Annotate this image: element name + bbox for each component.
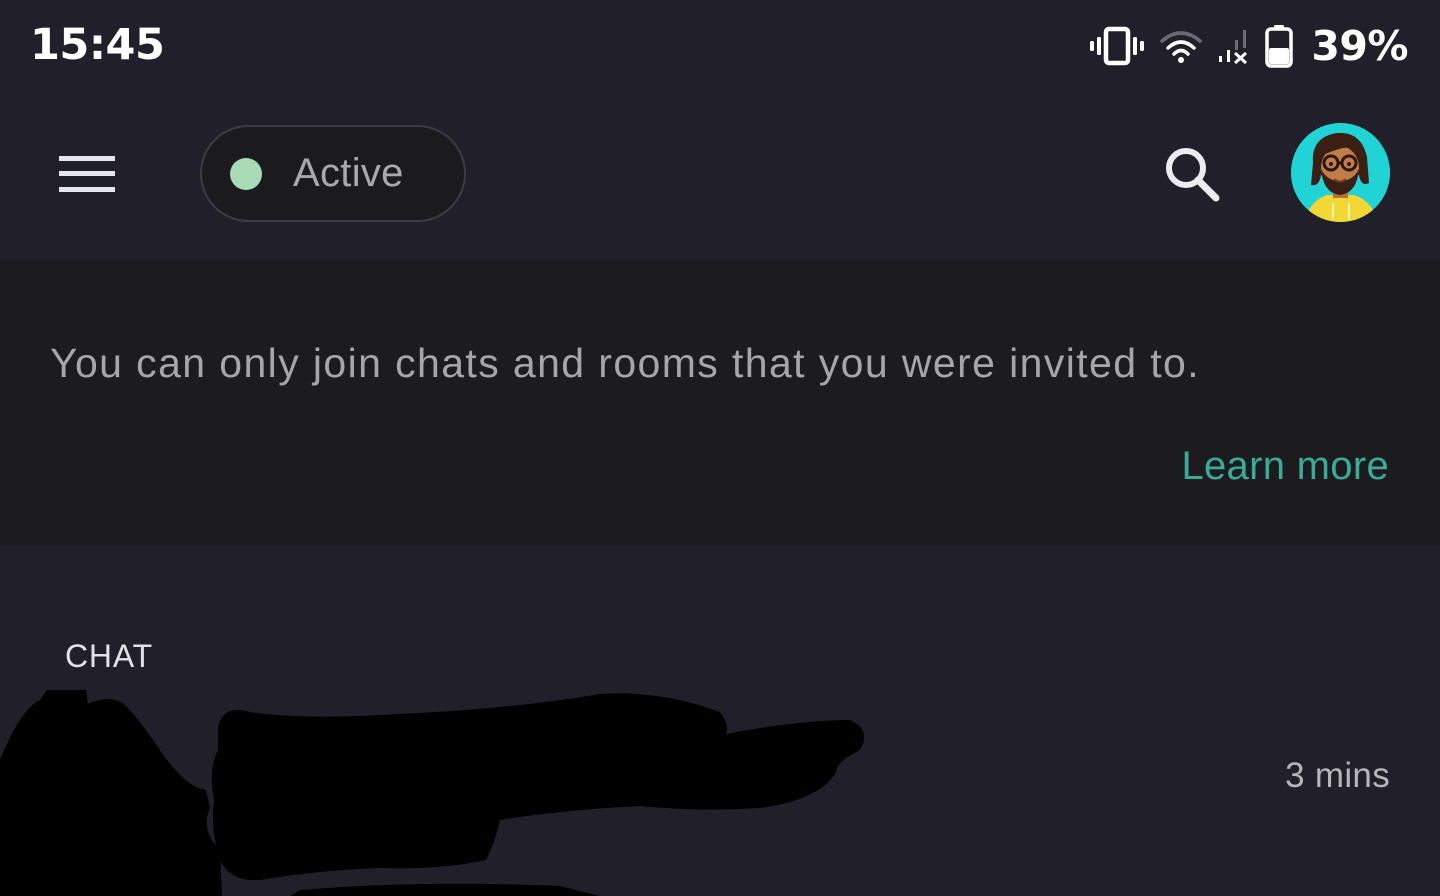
presence-status-button[interactable]: Active bbox=[200, 125, 466, 222]
signal-no-service-icon bbox=[1217, 26, 1251, 66]
chat-timestamp: 3 mins bbox=[1285, 756, 1390, 795]
chat-app-screen: 15:45 39% Active You can only join chats… bbox=[0, 0, 1440, 896]
chat-list-item[interactable]: 3 mins bbox=[0, 690, 1440, 896]
chat-section-header: CHAT bbox=[65, 638, 153, 674]
wifi-icon bbox=[1159, 26, 1203, 66]
battery-percentage: 39% bbox=[1311, 22, 1408, 70]
banner-message: You can only join chats and rooms that y… bbox=[50, 340, 1201, 386]
user-avatar[interactable] bbox=[1291, 123, 1390, 222]
presence-status-label: Active bbox=[293, 151, 404, 195]
status-icons: 39% bbox=[1089, 20, 1408, 72]
vibrate-icon bbox=[1089, 26, 1145, 66]
search-button[interactable] bbox=[1150, 132, 1234, 216]
learn-more-link[interactable]: Learn more bbox=[1181, 444, 1389, 489]
battery-icon bbox=[1265, 24, 1294, 68]
redaction-mark bbox=[0, 690, 865, 896]
search-icon bbox=[1166, 148, 1220, 202]
avatar-illustration-icon bbox=[1291, 123, 1390, 222]
menu-button[interactable] bbox=[44, 138, 130, 210]
app-bar: Active bbox=[0, 92, 1440, 260]
status-bar: 15:45 39% bbox=[0, 0, 1440, 92]
invite-info-banner: You can only join chats and rooms that y… bbox=[0, 260, 1440, 546]
hamburger-menu-icon bbox=[59, 156, 115, 192]
status-time: 15:45 bbox=[30, 20, 165, 70]
presence-dot-icon bbox=[230, 157, 262, 190]
